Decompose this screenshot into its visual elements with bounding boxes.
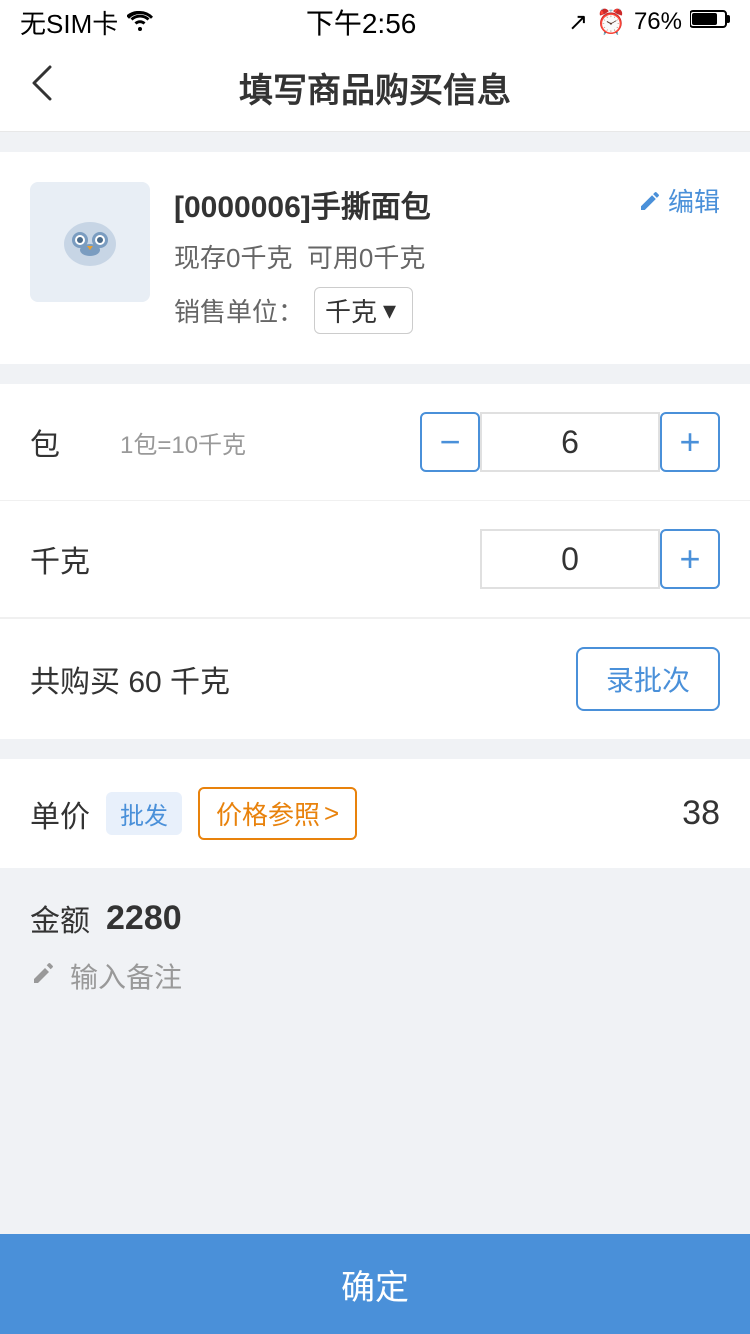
batch-button[interactable]: 录批次: [576, 647, 720, 711]
product-stock: 现存0千克 可用0千克: [174, 238, 720, 275]
edit-label: 编辑: [668, 182, 720, 219]
back-button[interactable]: [30, 65, 52, 110]
bao-sublabel: 1包=10千克: [120, 425, 246, 460]
summary-row: 共购买 60 千克 录批次: [0, 618, 750, 739]
remark-row[interactable]: 输入备注: [30, 956, 720, 996]
unit-select[interactable]: 千克 ▾: [314, 287, 413, 334]
price-ref-arrow: >: [324, 798, 339, 829]
pencil-icon: [30, 959, 58, 994]
edit-button[interactable]: 编辑: [638, 182, 720, 219]
amount-row: 金额 2280: [30, 896, 720, 940]
kg-row: 千克 +: [0, 501, 750, 618]
price-row: 单价 批发 价格参照 > 38: [30, 787, 720, 840]
price-label: 单价: [30, 792, 90, 836]
kg-quantity-input[interactable]: [480, 529, 660, 589]
wifi-icon: [126, 7, 154, 38]
bao-increment-button[interactable]: +: [660, 412, 720, 472]
status-time: 下午2:56: [306, 2, 417, 42]
alarm-icon: ⏰: [596, 8, 626, 37]
product-unit: 销售单位： 千克 ▾: [174, 287, 720, 334]
price-value: 38: [682, 794, 720, 833]
location-icon: ↗: [568, 8, 588, 37]
nav-bar: 填写商品购买信息: [0, 44, 750, 132]
confirm-label: 确定: [341, 1260, 409, 1309]
price-section: 单价 批发 价格参照 > 38: [0, 759, 750, 868]
carrier-text: 无SIM卡: [20, 4, 118, 41]
kg-label: 千克: [30, 537, 110, 581]
confirm-button[interactable]: 确定: [0, 1234, 750, 1334]
amount-value: 2280: [106, 899, 182, 938]
bao-decrement-button[interactable]: −: [420, 412, 480, 472]
remark-placeholder[interactable]: 输入备注: [70, 956, 182, 996]
battery-text: 76%: [634, 8, 682, 36]
amount-section: 金额 2280 输入备注: [0, 868, 750, 1024]
dropdown-icon: ▾: [383, 295, 396, 326]
price-ref-label: 价格参照: [216, 795, 320, 832]
price-ref-button[interactable]: 价格参照 >: [198, 787, 357, 840]
kg-controls: +: [480, 529, 720, 589]
kg-increment-button[interactable]: +: [660, 529, 720, 589]
status-bar: 无SIM卡 下午2:56 ↗ ⏰ 76%: [0, 0, 750, 44]
amount-label: 金额: [30, 896, 90, 940]
product-image: [30, 182, 150, 302]
main-content: [0000006]手撕面包 现存0千克 可用0千克 销售单位： 千克 ▾ 编辑 …: [0, 152, 750, 1124]
input-section: 包 1包=10千克 − + 千克 + 共购买 60 千克 录批次: [0, 384, 750, 739]
bao-row: 包 1包=10千克 − +: [0, 384, 750, 501]
bao-label: 包: [30, 420, 110, 464]
status-left: 无SIM卡: [20, 4, 154, 41]
bao-controls: − +: [420, 412, 720, 472]
product-card: [0000006]手撕面包 现存0千克 可用0千克 销售单位： 千克 ▾ 编辑: [0, 152, 750, 364]
bao-quantity-input[interactable]: [480, 412, 660, 472]
page-title: 填写商品购买信息: [239, 63, 511, 112]
divider-1: [0, 739, 750, 759]
summary-text: 共购买 60 千克: [30, 657, 230, 701]
status-right: ↗ ⏰ 76%: [568, 8, 730, 37]
price-badge: 批发: [106, 792, 182, 835]
battery-icon: [690, 8, 730, 36]
